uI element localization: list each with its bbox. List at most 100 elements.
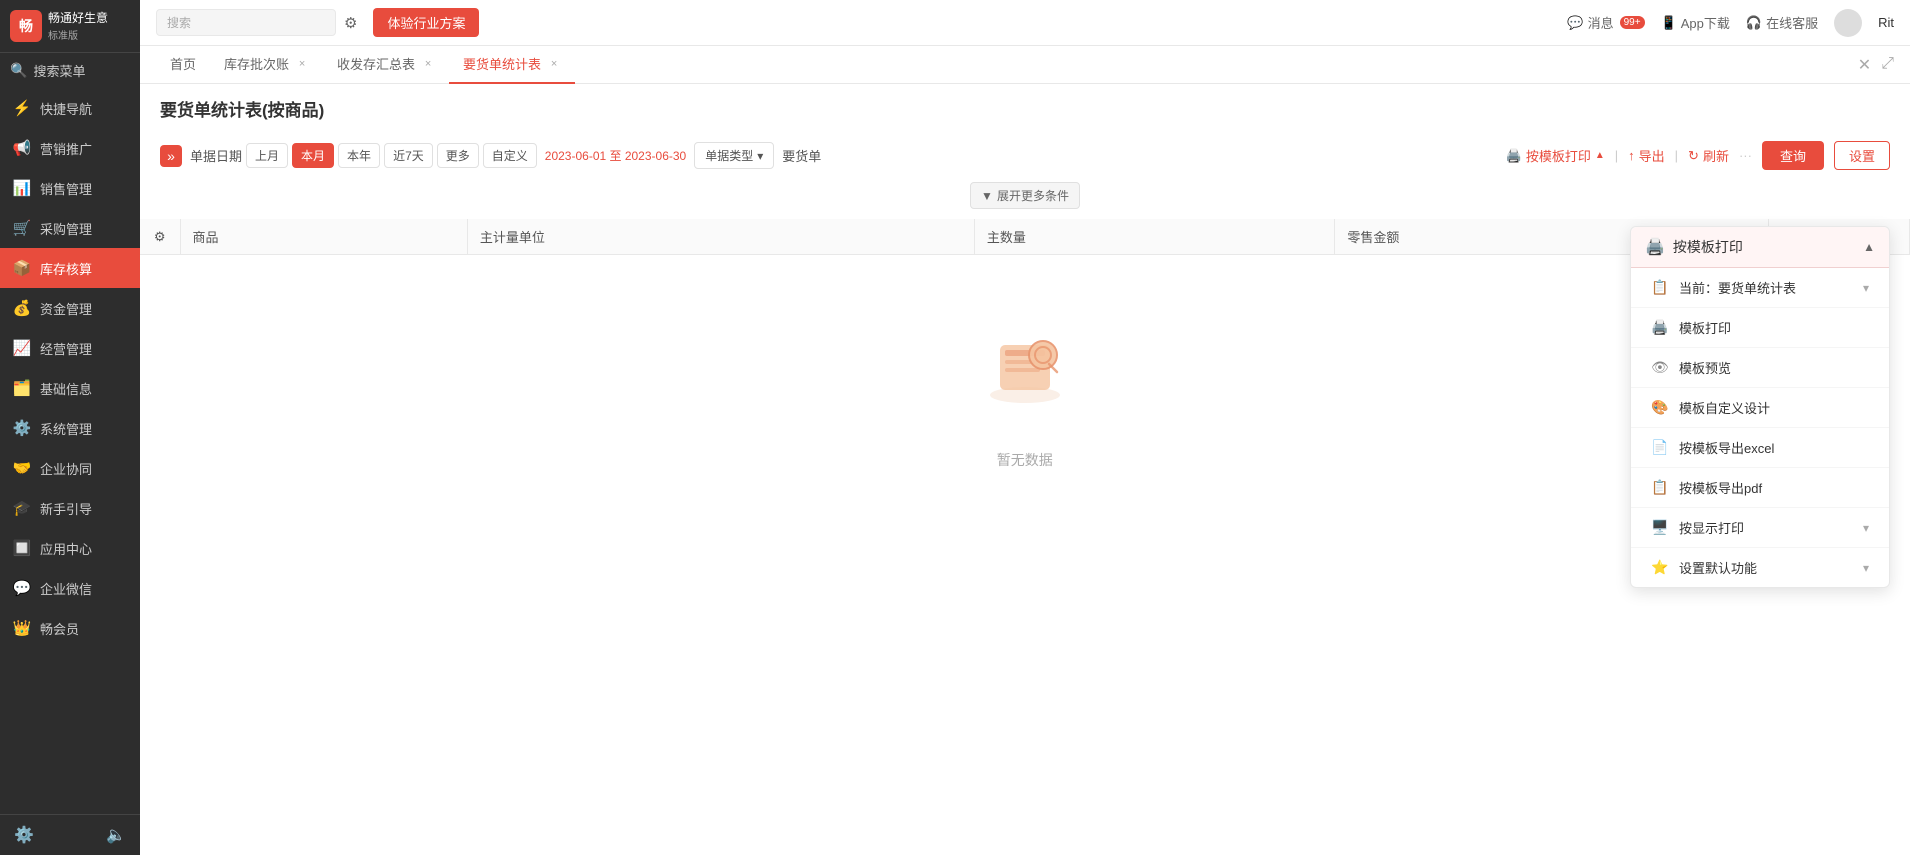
expand-more-button[interactable]: ▼ 展开更多条件 — [970, 182, 1080, 209]
page-header: 要货单统计表(按商品) — [140, 84, 1910, 133]
dropdown-item-template-design[interactable]: 🎨 模板自定义设计 — [1631, 388, 1889, 428]
chart-icon: 📊 — [12, 178, 32, 198]
eye-icon: 👁 — [1651, 359, 1669, 376]
handshake-icon: 🤝 — [12, 458, 32, 478]
page-title: 要货单统计表(按商品) — [160, 96, 1890, 121]
flash-icon: ⚡ — [12, 98, 32, 118]
tab-close-shoufashui[interactable]: × — [421, 57, 435, 71]
sidebar-item-qiye[interactable]: 🤝 企业协同 — [0, 448, 140, 488]
sidebar-item-kuaijie[interactable]: ⚡ 快捷导航 — [0, 88, 140, 128]
app-download-label: App下载 — [1681, 13, 1730, 32]
sidebar-item-xitong[interactable]: ⚙️ 系统管理 — [0, 408, 140, 448]
export-button[interactable]: ↑ 导出 — [1628, 146, 1665, 165]
col-settings[interactable]: ⚙ — [140, 219, 180, 255]
item-label: 模板打印 — [1679, 318, 1731, 337]
sidebar-item-label: 资金管理 — [40, 299, 92, 318]
chevron-right-icon: ▾ — [1863, 281, 1869, 295]
headset-icon: 🎧 — [1746, 15, 1762, 31]
sidebar-item-label: 新手引导 — [40, 499, 92, 518]
item-label: 按模板导出excel — [1679, 438, 1774, 457]
date-btn-more[interactable]: 更多 — [437, 143, 479, 168]
filter-expand-icon[interactable]: » — [160, 145, 182, 167]
item-label: 模板预览 — [1679, 358, 1731, 377]
column-settings-icon[interactable]: ⚙ — [154, 229, 166, 244]
topbar-search[interactable]: 搜索 — [156, 9, 336, 36]
sidebar-item-yingxiao[interactable]: 📢 营销推广 — [0, 128, 140, 168]
dropdown-item-export-excel[interactable]: 📄 按模板导出excel — [1631, 428, 1889, 468]
app-download-button[interactable]: 📱 App下载 — [1661, 13, 1730, 32]
sidebar-item-jichu[interactable]: 🗂️ 基础信息 — [0, 368, 140, 408]
printer-icon: 🖨️ — [1506, 148, 1522, 164]
yaohuo-label: 要货单 — [782, 146, 821, 165]
window-controls: ✕ ⤢ — [1858, 55, 1894, 75]
empty-text: 暂无数据 — [997, 450, 1053, 470]
query-button[interactable]: 查询 — [1762, 141, 1824, 170]
more-icon[interactable]: ··· — [1739, 148, 1752, 163]
export-icon: ↑ — [1628, 148, 1635, 163]
topbar-gear-icon[interactable]: ⚙ — [344, 14, 357, 32]
sidebar-item-huiyuan[interactable]: 👑 畅会员 — [0, 608, 140, 648]
date-btn-custom[interactable]: 自定义 — [483, 143, 537, 168]
date-btn-this-year[interactable]: 本年 — [338, 143, 380, 168]
username-label: Rit — [1878, 15, 1894, 30]
chevron-right-icon3: ▾ — [1863, 561, 1869, 575]
dropdown-item-export-pdf[interactable]: 📋 按模板导出pdf — [1631, 468, 1889, 508]
dropdown-current-template[interactable]: 📋 当前：要货单统计表 ▾ — [1631, 268, 1889, 308]
cart-icon: 🛒 — [12, 218, 32, 238]
dropdown-item-template-print[interactable]: 🖨️ 模板打印 — [1631, 308, 1889, 348]
date-btn-7days[interactable]: 近7天 — [384, 143, 433, 168]
sidebar-footer: ⚙️ 🔈 — [0, 814, 140, 855]
tab-shoufashui[interactable]: 收发存汇总表 × — [323, 46, 449, 84]
item-label: 按模板导出pdf — [1679, 478, 1762, 497]
dropdown-default-func[interactable]: ⭐ 设置默认功能 ▾ — [1631, 548, 1889, 587]
current-label: 当前：要货单统计表 — [1679, 278, 1796, 297]
tab-close-kucun[interactable]: × — [295, 57, 309, 71]
tab-yaohuo-tongji[interactable]: 要货单统计表 × — [449, 46, 575, 84]
main-area: 搜索 ⚙ 体验行业方案 💬 消息 99+ 📱 App下载 🎧 在线客服 Rit — [140, 0, 1910, 855]
template-print-button[interactable]: 🖨️ 按模板打印 ▲ — [1506, 146, 1605, 165]
sidebar-item-jingying[interactable]: 📈 经营管理 — [0, 328, 140, 368]
gear-icon[interactable]: ⚙️ — [14, 825, 34, 845]
refresh-button[interactable]: ↻ 刷新 — [1688, 146, 1729, 165]
sidebar-item-xinshou[interactable]: 🎓 新手引导 — [0, 488, 140, 528]
topbar-right: 💬 消息 99+ 📱 App下载 🎧 在线客服 Rit — [1567, 9, 1894, 37]
topbar: 搜索 ⚙ 体验行业方案 💬 消息 99+ 📱 App下载 🎧 在线客服 Rit — [140, 0, 1910, 46]
date-btn-last-month[interactable]: 上月 — [246, 143, 288, 168]
sidebar-item-kucun[interactable]: 📦 库存核算 — [0, 248, 140, 288]
sidebar-item-yingyong[interactable]: 🔲 应用中心 — [0, 528, 140, 568]
dropdown-display-print[interactable]: 🖥️ 按显示打印 ▾ — [1631, 508, 1889, 548]
message-button[interactable]: 💬 消息 99+ — [1567, 13, 1644, 32]
empty-illustration — [975, 315, 1075, 434]
sidebar-item-zijin[interactable]: 💰 资金管理 — [0, 288, 140, 328]
date-btn-this-month[interactable]: 本月 — [292, 143, 334, 168]
phone-icon: 📱 — [1661, 15, 1677, 31]
sidebar-search[interactable]: 🔍 搜索菜单 — [0, 53, 140, 88]
app-name: 畅通好生意 — [48, 10, 108, 27]
dropdown-title: 按模板打印 — [1673, 237, 1743, 257]
expand-window-icon[interactable]: ⤢ — [1881, 55, 1894, 75]
sidebar-search-label: 搜索菜单 — [33, 61, 85, 80]
money-icon: 💰 — [12, 298, 32, 318]
sidebar-item-caigou[interactable]: 🛒 采购管理 — [0, 208, 140, 248]
order-type-select[interactable]: 单据类型 ▾ — [694, 142, 774, 169]
trial-button[interactable]: 体验行业方案 — [373, 8, 479, 37]
dropdown-arrow-icon: ▲ — [1863, 240, 1875, 254]
user-avatar[interactable] — [1834, 9, 1862, 37]
chevron-right-icon2: ▾ — [1863, 521, 1869, 535]
online-service-button[interactable]: 🎧 在线客服 — [1746, 13, 1818, 32]
chevron-down-icon: ▾ — [757, 149, 763, 163]
settings-button[interactable]: 设置 — [1834, 141, 1890, 170]
sidebar-item-label: 经营管理 — [40, 339, 92, 358]
dropdown-header[interactable]: 🖨️ 按模板打印 ▲ — [1631, 227, 1889, 268]
tab-kucun-pizhanghao[interactable]: 库存批次账 × — [210, 46, 323, 84]
speaker-icon[interactable]: 🔈 — [106, 825, 126, 845]
date-range-display: 2023-06-01 至 2023-06-30 — [545, 147, 686, 164]
close-window-icon[interactable]: ✕ — [1858, 55, 1871, 75]
tab-home[interactable]: 首页 — [156, 46, 210, 84]
sidebar-item-label: 营销推广 — [40, 139, 92, 158]
sidebar-item-xiaoshou[interactable]: 📊 销售管理 — [0, 168, 140, 208]
dropdown-item-template-preview[interactable]: 👁 模板预览 — [1631, 348, 1889, 388]
sub-item-label: 设置默认功能 — [1679, 558, 1757, 577]
sidebar-item-weixin[interactable]: 💬 企业微信 — [0, 568, 140, 608]
tab-close-yaohuo[interactable]: × — [547, 57, 561, 71]
